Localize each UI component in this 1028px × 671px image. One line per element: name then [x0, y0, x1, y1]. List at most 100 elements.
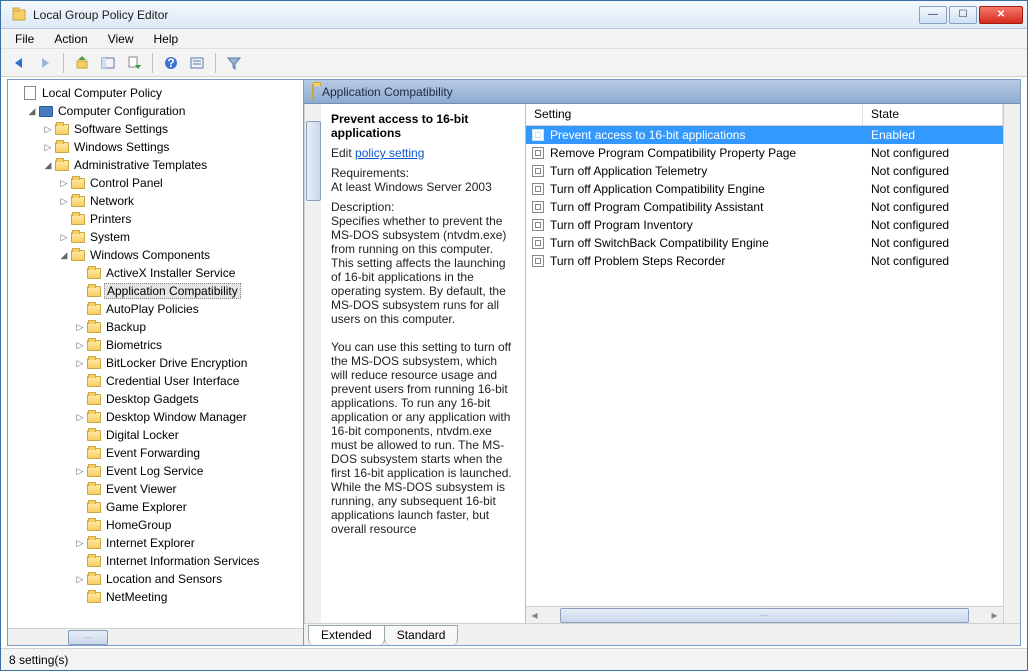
description-text: Specifies whether to prevent the MS-DOS …: [331, 214, 515, 536]
folder-icon: [86, 445, 102, 461]
tree-item[interactable]: AutoPlay Policies: [10, 300, 301, 318]
expand-icon[interactable]: ◢: [42, 161, 54, 170]
setting-row[interactable]: Turn off Program Compatibility Assistant…: [526, 198, 1003, 216]
tree-item[interactable]: ▷BitLocker Drive Encryption: [10, 354, 301, 372]
app-window: Local Group Policy Editor — ☐ ✕ File Act…: [0, 0, 1028, 671]
setting-state: Not configured: [863, 200, 1003, 214]
properties-button[interactable]: [185, 51, 209, 75]
folder-icon: [86, 391, 102, 407]
tree-item[interactable]: ▷Internet Explorer: [10, 534, 301, 552]
column-state[interactable]: State: [863, 104, 1003, 125]
setting-icon: [530, 183, 546, 195]
tree-label: Location and Sensors: [104, 572, 224, 586]
setting-row[interactable]: Turn off Application TelemetryNot config…: [526, 162, 1003, 180]
tree-label: Digital Locker: [104, 428, 181, 442]
setting-row[interactable]: Turn off SwitchBack Compatibility Engine…: [526, 234, 1003, 252]
expand-icon[interactable]: ▷: [74, 359, 86, 368]
expand-icon[interactable]: ▷: [58, 179, 70, 188]
expand-icon[interactable]: ▷: [58, 233, 70, 242]
tree-item[interactable]: ActiveX Installer Service: [10, 264, 301, 282]
tree-item[interactable]: ▷Event Log Service: [10, 462, 301, 480]
tree-item[interactable]: Game Explorer: [10, 498, 301, 516]
tree-item[interactable]: Internet Information Services: [10, 552, 301, 570]
expand-icon[interactable]: ▷: [74, 575, 86, 584]
folder-icon: [86, 463, 102, 479]
folder-icon: [54, 157, 70, 173]
tree-label: Printers: [88, 212, 133, 226]
close-button[interactable]: ✕: [979, 6, 1023, 24]
toolbar: ?: [1, 49, 1027, 77]
expand-icon[interactable]: ◢: [58, 251, 70, 260]
tree-item[interactable]: ▷Biometrics: [10, 336, 301, 354]
tree-item[interactable]: Event Viewer: [10, 480, 301, 498]
expand-icon[interactable]: ▷: [42, 143, 54, 152]
help-button[interactable]: ?: [159, 51, 183, 75]
tree-label: Internet Information Services: [104, 554, 261, 568]
setting-row[interactable]: Turn off Program InventoryNot configured: [526, 216, 1003, 234]
tree-item[interactable]: Application Compatibility: [10, 282, 301, 300]
menu-action[interactable]: Action: [46, 30, 95, 48]
tree-system[interactable]: ▷System: [10, 228, 301, 246]
back-button[interactable]: [7, 51, 31, 75]
folder-icon: [70, 175, 86, 191]
detail-vscrollbar-left[interactable]: [304, 104, 321, 623]
tree-item[interactable]: Digital Locker: [10, 426, 301, 444]
setting-row[interactable]: Turn off Application Compatibility Engin…: [526, 180, 1003, 198]
setting-row[interactable]: Prevent access to 16-bit applicationsEna…: [526, 126, 1003, 144]
tree-windows-settings[interactable]: ▷ Windows Settings: [10, 138, 301, 156]
setting-row[interactable]: Remove Program Compatibility Property Pa…: [526, 144, 1003, 162]
list-hscrollbar[interactable]: ◂ ··· ▸: [526, 606, 1003, 623]
expand-icon[interactable]: ▷: [58, 197, 70, 206]
menu-file[interactable]: File: [7, 30, 42, 48]
expand-icon[interactable]: ▷: [74, 413, 86, 422]
tree-item[interactable]: ▷ Desktop Window Manager: [10, 408, 301, 426]
setting-icon: [530, 129, 546, 141]
tree-root[interactable]: Local Computer Policy: [10, 84, 301, 102]
tree-item[interactable]: Desktop Gadgets: [10, 390, 301, 408]
tree-label: Desktop Window Manager: [104, 410, 249, 424]
expand-icon[interactable]: ▷: [42, 125, 54, 134]
filter-button[interactable]: [222, 51, 246, 75]
up-button[interactable]: [70, 51, 94, 75]
tab-extended[interactable]: Extended: [308, 625, 385, 645]
setting-name: Turn off SwitchBack Compatibility Engine: [550, 236, 863, 250]
app-icon: [11, 7, 27, 23]
edit-policy-link[interactable]: policy setting: [355, 146, 424, 160]
setting-row[interactable]: Turn off Problem Steps RecorderNot confi…: [526, 252, 1003, 270]
tree-windows-components[interactable]: ◢Windows Components: [10, 246, 301, 264]
tree-hscrollbar[interactable]: ···: [8, 628, 303, 645]
show-hide-tree-button[interactable]: [96, 51, 120, 75]
tree-item[interactable]: Event Forwarding: [10, 444, 301, 462]
tree-network[interactable]: ▷Network: [10, 192, 301, 210]
expand-icon[interactable]: ▷: [74, 323, 86, 332]
toolbar-separator: [63, 53, 64, 73]
expand-icon[interactable]: ▷: [74, 539, 86, 548]
tree-software-settings[interactable]: ▷Software Settings: [10, 120, 301, 138]
folder-icon: [22, 85, 38, 101]
tree-printers[interactable]: Printers: [10, 210, 301, 228]
tree-item[interactable]: ▷Backup: [10, 318, 301, 336]
tree-label: ActiveX Installer Service: [104, 266, 237, 280]
policy-tree[interactable]: Local Computer Policy◢Computer Configura…: [8, 80, 303, 628]
tree-administrative-templates[interactable]: ◢Administrative Templates: [10, 156, 301, 174]
tree-item[interactable]: Credential User Interface: [10, 372, 301, 390]
expand-icon[interactable]: ▷: [74, 467, 86, 476]
menu-help[interactable]: Help: [146, 30, 187, 48]
menu-view[interactable]: View: [100, 30, 142, 48]
tree-item[interactable]: NetMeeting: [10, 588, 301, 606]
list-vscrollbar[interactable]: [1003, 104, 1020, 623]
tree-label: Windows Settings: [72, 140, 171, 154]
forward-button[interactable]: [33, 51, 57, 75]
folder-icon: [54, 139, 70, 155]
tree-item[interactable]: HomeGroup: [10, 516, 301, 534]
export-button[interactable]: [122, 51, 146, 75]
expand-icon[interactable]: ▷: [74, 341, 86, 350]
maximize-button[interactable]: ☐: [949, 6, 977, 24]
tree-computer-configuration[interactable]: ◢Computer Configuration: [10, 102, 301, 120]
column-setting[interactable]: Setting: [526, 104, 863, 125]
tree-control-panel[interactable]: ▷Control Panel: [10, 174, 301, 192]
tab-standard[interactable]: Standard: [384, 625, 459, 645]
expand-icon[interactable]: ◢: [26, 107, 38, 116]
tree-item[interactable]: ▷ Location and Sensors: [10, 570, 301, 588]
minimize-button[interactable]: —: [919, 6, 947, 24]
